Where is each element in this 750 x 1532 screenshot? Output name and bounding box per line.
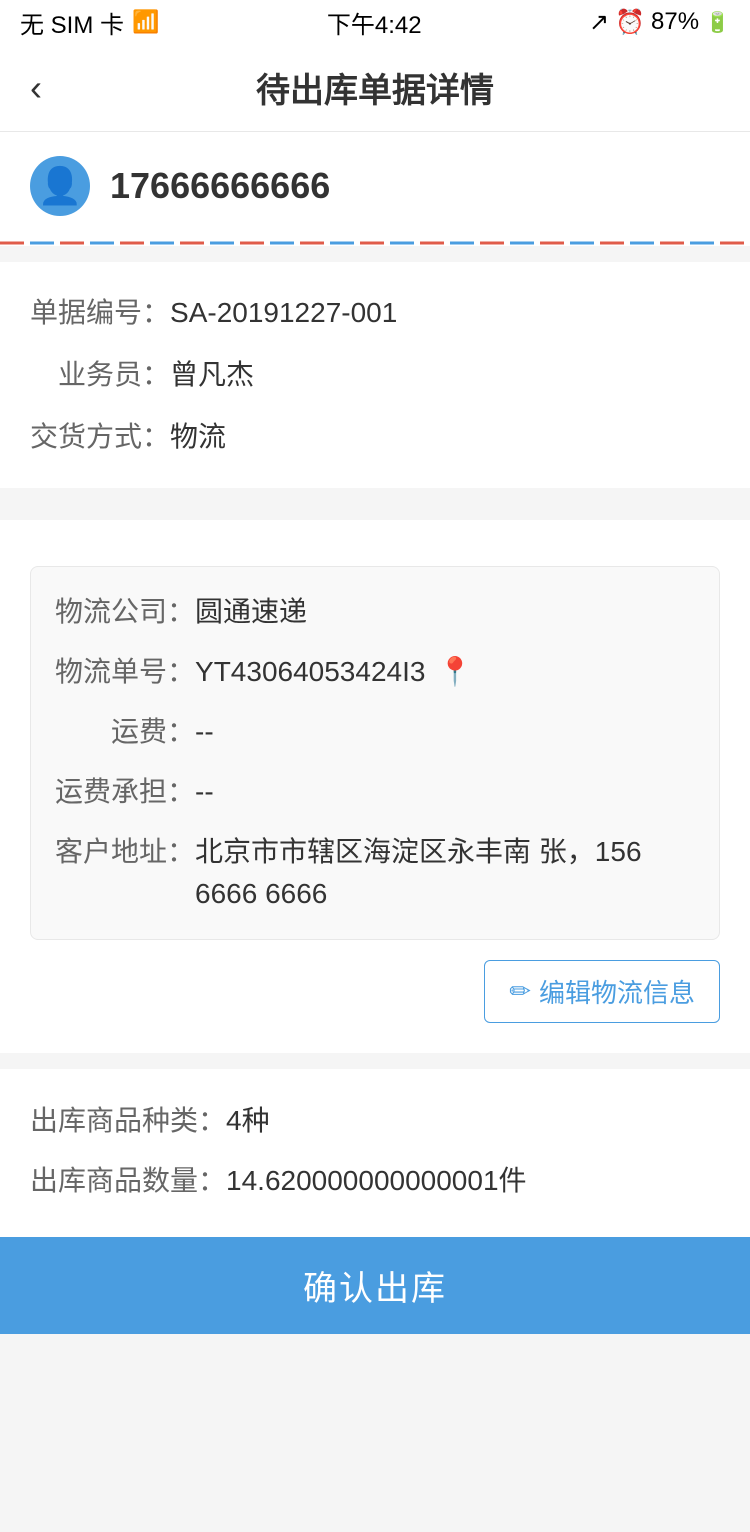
address-row: 客户地址： 北京市市辖区海淀区永丰南 张，156 6666 6666	[55, 831, 695, 915]
carrier-text: 无 SIM 卡	[20, 5, 124, 40]
edit-logistics-button[interactable]: ✏ 编辑物流信息	[484, 960, 720, 1023]
avatar-icon: 👤	[38, 165, 83, 207]
logistics-tracking-label: 物流单号：	[55, 651, 195, 693]
status-bar: 无 SIM 卡 📶 下午4:42 ↗ ⏰ 87% 🔋	[0, 0, 750, 44]
status-right: ↗ ⏰ 87% 🔋	[589, 8, 730, 37]
salesperson-label: 业务员：	[30, 354, 170, 396]
wifi-icon: 📶	[132, 9, 159, 35]
edit-btn-label: 编辑物流信息	[539, 973, 695, 1010]
logistics-company-value: 圆通速递	[195, 591, 695, 633]
logistics-section: 物流公司： 圆通速递 物流单号： YT43064053424I3 📍 运费： -…	[0, 520, 750, 1053]
logistics-tracking-value: YT43064053424I3 📍	[195, 651, 695, 693]
goods-quantity-label: 出库商品数量：	[30, 1159, 226, 1199]
status-left: 无 SIM 卡 📶	[20, 5, 159, 40]
freight-bear-row: 运费承担： --	[55, 771, 695, 813]
logistics-card: 物流公司： 圆通速递 物流单号： YT43064053424I3 📍 运费： -…	[30, 566, 720, 940]
basic-info-section: 单据编号： SA-20191227-001 业务员： 曾凡杰 交货方式： 物流	[0, 262, 750, 488]
goods-types-row: 出库商品种类： 4种	[30, 1099, 720, 1139]
battery-text: 87%	[651, 8, 699, 36]
location-icon: ↗	[589, 8, 609, 37]
bottom-spacer	[0, 1332, 750, 1532]
address-label: 客户地址：	[55, 831, 195, 873]
goods-quantity-value: 14.620000000000001件	[226, 1159, 720, 1199]
nav-bar: ‹ 待出库单据详情	[0, 44, 750, 132]
alarm-icon: ⏰	[615, 8, 645, 37]
goods-quantity-row: 出库商品数量： 14.620000000000001件	[30, 1159, 720, 1199]
page-title: 待出库单据详情	[256, 63, 494, 112]
freight-bear-label: 运费承担：	[55, 771, 195, 813]
customer-header: 👤 17666666666	[0, 132, 750, 240]
dashed-separator	[0, 240, 750, 246]
logistics-tracking-row: 物流单号： YT43064053424I3 📍	[55, 651, 695, 693]
order-no-value: SA-20191227-001	[170, 292, 720, 334]
goods-types-value: 4种	[226, 1099, 720, 1139]
freight-label: 运费：	[55, 711, 195, 753]
logistics-company-row: 物流公司： 圆通速递	[55, 591, 695, 633]
edit-btn-wrap: ✏ 编辑物流信息	[30, 940, 720, 1023]
delivery-method-value: 物流	[170, 416, 720, 458]
delivery-method-row: 交货方式： 物流	[30, 416, 720, 458]
goods-types-label: 出库商品种类：	[30, 1099, 226, 1139]
section-divider-2	[0, 1053, 750, 1069]
order-no-label: 单据编号：	[30, 292, 170, 334]
location-pin-icon[interactable]: 📍	[437, 651, 472, 693]
avatar: 👤	[30, 156, 90, 216]
delivery-method-label: 交货方式：	[30, 416, 170, 458]
salesperson-value: 曾凡杰	[170, 354, 720, 396]
freight-row: 运费： --	[55, 711, 695, 753]
edit-icon: ✏	[509, 976, 531, 1007]
back-button[interactable]: ‹	[30, 67, 90, 109]
confirm-btn-wrap: 确认出库	[0, 1237, 750, 1334]
confirm-outbound-button[interactable]: 确认出库	[303, 1261, 447, 1310]
logistics-company-label: 物流公司：	[55, 591, 195, 633]
status-time: 下午4:42	[327, 5, 422, 40]
order-no-row: 单据编号： SA-20191227-001	[30, 292, 720, 334]
section-divider-1	[0, 488, 750, 504]
freight-value: --	[195, 711, 695, 753]
customer-phone: 17666666666	[110, 165, 330, 207]
address-value: 北京市市辖区海淀区永丰南 张，156 6666 6666	[195, 831, 695, 915]
freight-bear-value: --	[195, 771, 695, 813]
tracking-number: YT43064053424I3	[195, 651, 425, 693]
battery-icon: 🔋	[705, 10, 730, 35]
salesperson-row: 业务员： 曾凡杰	[30, 354, 720, 396]
